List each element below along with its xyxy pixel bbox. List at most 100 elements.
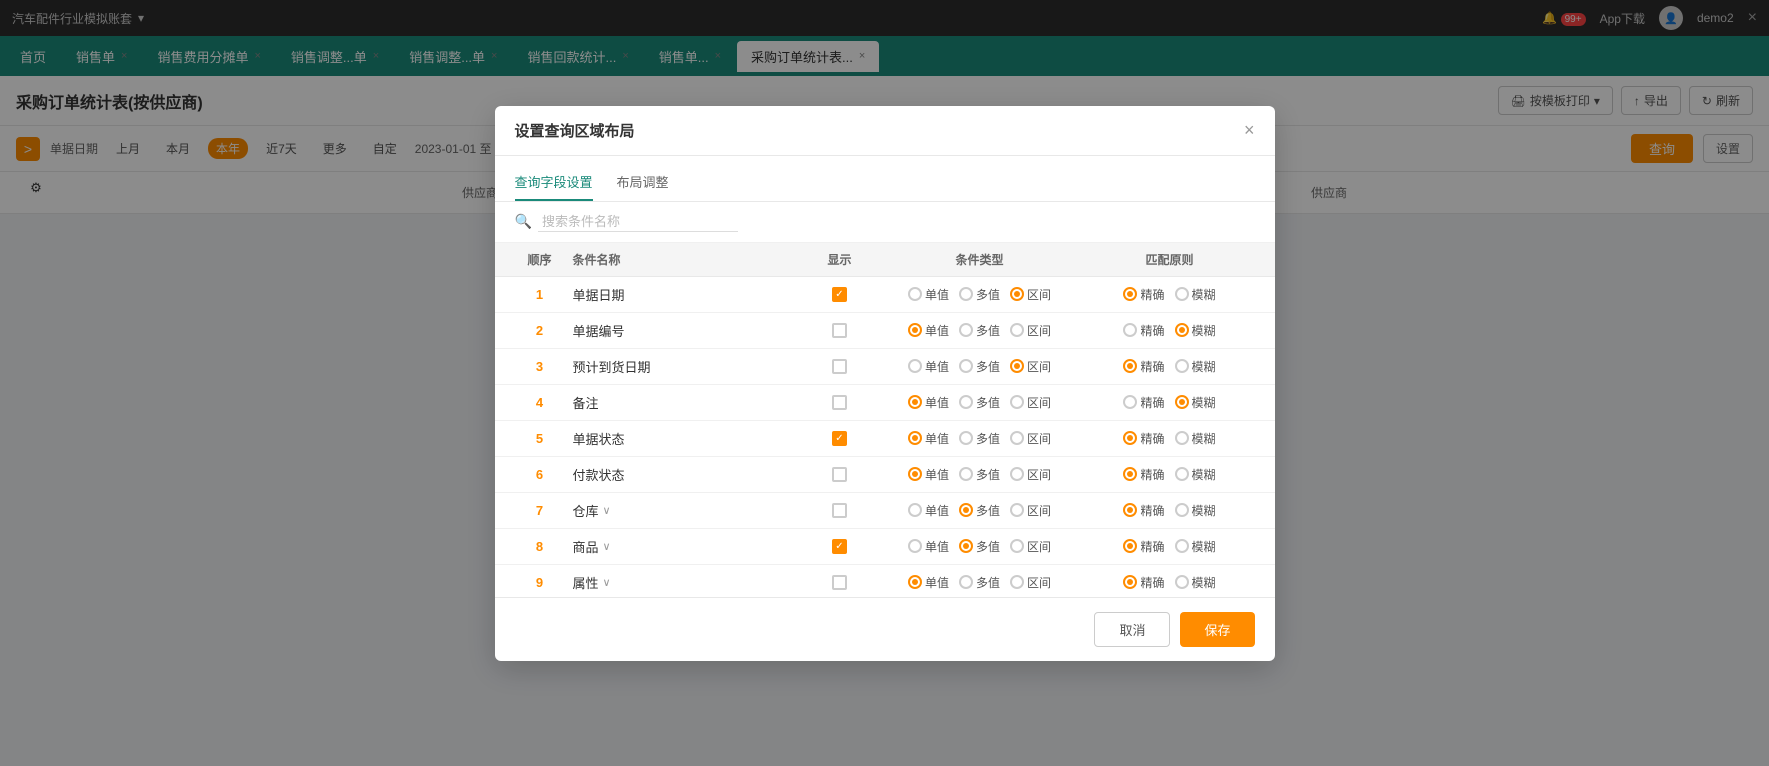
radio-type-single-0[interactable]: 单值 [908, 286, 949, 303]
radio-label: 精确 [1140, 466, 1164, 483]
radio-type-range-6[interactable]: 区间 [1010, 502, 1051, 519]
row-show[interactable] [805, 467, 875, 482]
radio-circle [1123, 575, 1137, 589]
row-show[interactable]: ✓ [805, 431, 875, 446]
row-rule: 精确 模糊 [1085, 358, 1255, 375]
radio-label: 模糊 [1192, 466, 1216, 483]
radio-type-multi-8[interactable]: 多值 [959, 574, 1000, 591]
radio-type-multi-6[interactable]: 多值 [959, 502, 1000, 519]
modal-overlay: 设置查询区域布局 × 查询字段设置 布局调整 🔍 顺序 条件名称 显示 条件类型 [0, 0, 1769, 766]
radio-circle [959, 323, 973, 337]
radio-type-range-3[interactable]: 区间 [1010, 394, 1051, 411]
radio-type-single-6[interactable]: 单值 [908, 502, 949, 519]
radio-type-multi-4[interactable]: 多值 [959, 430, 1000, 447]
radio-circle [959, 467, 973, 481]
show-checkbox[interactable] [832, 467, 847, 482]
row-show[interactable]: ✓ [805, 287, 875, 302]
modal-table: 顺序 条件名称 显示 条件类型 匹配原则 1 单据日期 ✓ 单值 [495, 243, 1275, 597]
radio-type-range-1[interactable]: 区间 [1010, 322, 1051, 339]
row-show[interactable] [805, 575, 875, 590]
row-show[interactable] [805, 395, 875, 410]
table-row: 2 单据编号 单值 多值 [495, 313, 1275, 349]
radio-rule-exact-5[interactable]: 精确 [1123, 466, 1164, 483]
radio-label: 单值 [925, 394, 949, 411]
radio-type-single-4[interactable]: 单值 [908, 430, 949, 447]
row-show[interactable] [805, 359, 875, 374]
radio-type-multi-0[interactable]: 多值 [959, 286, 1000, 303]
radio-type-multi-5[interactable]: 多值 [959, 466, 1000, 483]
radio-rule-exact-1[interactable]: 精确 [1123, 322, 1164, 339]
radio-rule-fuzzy-5[interactable]: 模糊 [1175, 466, 1216, 483]
radio-type-single-3[interactable]: 单值 [908, 394, 949, 411]
show-checkbox[interactable] [832, 503, 847, 518]
row-show[interactable] [805, 323, 875, 338]
radio-rule-fuzzy-0[interactable]: 模糊 [1175, 286, 1216, 303]
row-type: 单值 多值 区间 [875, 502, 1085, 519]
radio-type-single-7[interactable]: 单值 [908, 538, 949, 555]
show-checkbox[interactable] [832, 395, 847, 410]
radio-type-range-0[interactable]: 区间 [1010, 286, 1051, 303]
row-order: 1 [515, 287, 565, 302]
table-row: 9 属性∨ 单值 多值 [495, 565, 1275, 597]
radio-rule-fuzzy-2[interactable]: 模糊 [1175, 358, 1216, 375]
radio-label: 精确 [1140, 358, 1164, 375]
row-show[interactable] [805, 503, 875, 518]
show-checkbox[interactable] [832, 359, 847, 374]
search-input[interactable] [538, 212, 738, 232]
modal-tab-query-fields[interactable]: 查询字段设置 [515, 166, 593, 201]
radio-rule-exact-0[interactable]: 精确 [1123, 286, 1164, 303]
radio-circle [959, 503, 973, 517]
radio-rule-fuzzy-7[interactable]: 模糊 [1175, 538, 1216, 555]
radio-circle [1123, 539, 1137, 553]
row-rule: 精确 模糊 [1085, 574, 1255, 591]
radio-rule-fuzzy-1[interactable]: 模糊 [1175, 322, 1216, 339]
radio-rule-exact-3[interactable]: 精确 [1123, 394, 1164, 411]
row-order: 4 [515, 395, 565, 410]
radio-circle [1175, 431, 1189, 445]
radio-type-single-8[interactable]: 单值 [908, 574, 949, 591]
radio-type-range-4[interactable]: 区间 [1010, 430, 1051, 447]
save-button[interactable]: 保存 [1180, 612, 1254, 647]
radio-rule-exact-7[interactable]: 精确 [1123, 538, 1164, 555]
radio-rule-fuzzy-4[interactable]: 模糊 [1175, 430, 1216, 447]
radio-circle [908, 359, 922, 373]
radio-type-multi-2[interactable]: 多值 [959, 358, 1000, 375]
radio-type-single-5[interactable]: 单值 [908, 466, 949, 483]
radio-rule-exact-4[interactable]: 精确 [1123, 430, 1164, 447]
show-checkbox[interactable]: ✓ [832, 431, 847, 446]
radio-rule-exact-6[interactable]: 精确 [1123, 502, 1164, 519]
show-checkbox[interactable] [832, 323, 847, 338]
show-checkbox[interactable]: ✓ [832, 287, 847, 302]
modal-tab-layout[interactable]: 布局调整 [617, 166, 669, 201]
radio-label: 精确 [1140, 574, 1164, 591]
radio-circle [1010, 395, 1024, 409]
radio-type-multi-3[interactable]: 多值 [959, 394, 1000, 411]
row-show[interactable]: ✓ [805, 539, 875, 554]
radio-type-range-2[interactable]: 区间 [1010, 358, 1051, 375]
table-row: 7 仓库∨ 单值 多值 [495, 493, 1275, 529]
radio-rule-exact-8[interactable]: 精确 [1123, 574, 1164, 591]
radio-type-multi-7[interactable]: 多值 [959, 538, 1000, 555]
radio-circle [1175, 323, 1189, 337]
radio-label: 区间 [1027, 358, 1051, 375]
radio-rule-fuzzy-3[interactable]: 模糊 [1175, 394, 1216, 411]
row-name: 预计到货日期 [565, 357, 805, 376]
col-header-show: 显示 [805, 251, 875, 268]
radio-rule-exact-2[interactable]: 精确 [1123, 358, 1164, 375]
row-type: 单值 多值 区间 [875, 430, 1085, 447]
col-header-type: 条件类型 [875, 251, 1085, 268]
radio-type-range-8[interactable]: 区间 [1010, 574, 1051, 591]
radio-rule-fuzzy-8[interactable]: 模糊 [1175, 574, 1216, 591]
radio-type-range-5[interactable]: 区间 [1010, 466, 1051, 483]
radio-type-single-1[interactable]: 单值 [908, 322, 949, 339]
show-checkbox[interactable] [832, 575, 847, 590]
show-checkbox[interactable]: ✓ [832, 539, 847, 554]
radio-type-multi-1[interactable]: 多值 [959, 322, 1000, 339]
cancel-button[interactable]: 取消 [1094, 612, 1170, 647]
radio-rule-fuzzy-6[interactable]: 模糊 [1175, 502, 1216, 519]
radio-type-range-7[interactable]: 区间 [1010, 538, 1051, 555]
radio-type-single-2[interactable]: 单值 [908, 358, 949, 375]
radio-circle [908, 287, 922, 301]
modal-close-button[interactable]: × [1244, 121, 1255, 139]
radio-label: 多值 [976, 322, 1000, 339]
